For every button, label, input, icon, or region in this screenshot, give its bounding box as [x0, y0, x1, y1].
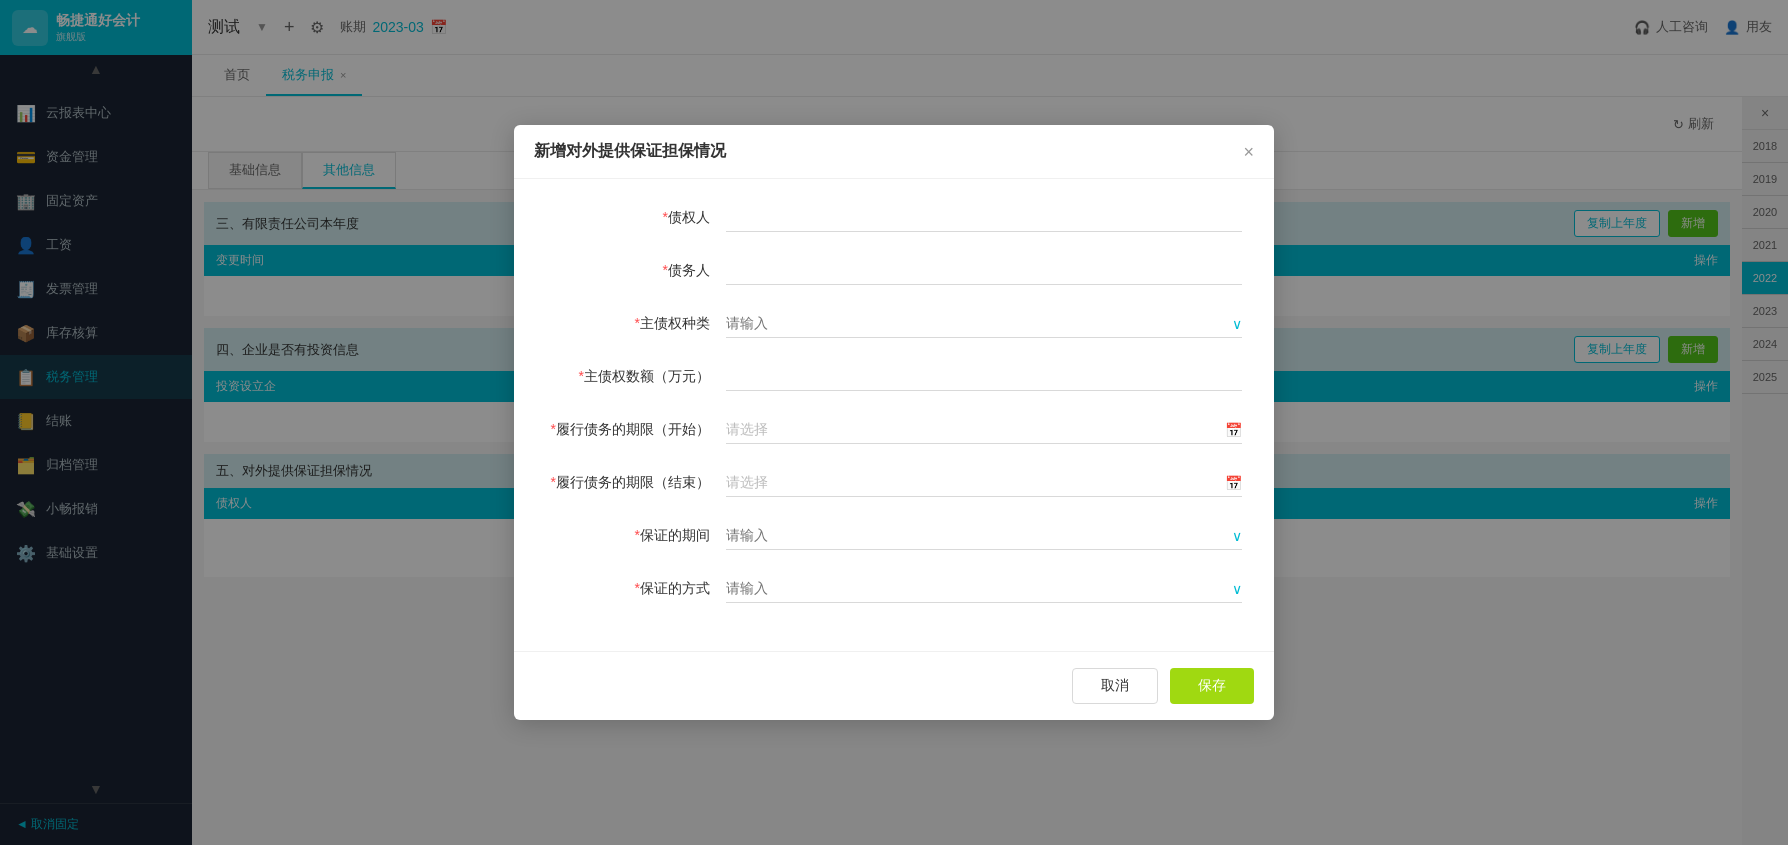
- save-button[interactable]: 保存: [1170, 668, 1254, 704]
- required-mark: *: [635, 580, 640, 596]
- control-guarantee-method: ∨: [726, 574, 1242, 603]
- control-period-start: 📅: [726, 415, 1242, 444]
- input-creditor-amount[interactable]: [726, 362, 1242, 391]
- date-wrapper-end: 📅: [726, 468, 1242, 497]
- form-row-period-start: *履行债务的期限（开始） 📅: [546, 415, 1242, 444]
- dialog-overlay: 新增对外提供保证担保情况 × *债权人 *债务人: [0, 0, 1788, 845]
- dialog-close-button[interactable]: ×: [1243, 143, 1254, 161]
- label-creditor: *债权人: [546, 209, 726, 227]
- form-row-creditor: *债权人: [546, 203, 1242, 232]
- required-mark: *: [551, 474, 556, 490]
- select-wrapper-guarantee-period: ∨: [726, 521, 1242, 550]
- form-row-debtor: *债务人: [546, 256, 1242, 285]
- label-period-start: *履行债务的期限（开始）: [546, 421, 726, 439]
- label-creditor-type: *主债权种类: [546, 315, 726, 333]
- control-creditor: [726, 203, 1242, 232]
- form-row-guarantee-period: *保证的期间 ∨: [546, 521, 1242, 550]
- date-wrapper-start: 📅: [726, 415, 1242, 444]
- control-guarantee-period: ∨: [726, 521, 1242, 550]
- calendar-icon-start[interactable]: 📅: [1225, 422, 1242, 438]
- label-debtor: *债务人: [546, 262, 726, 280]
- calendar-icon-end[interactable]: 📅: [1225, 475, 1242, 491]
- control-creditor-amount: [726, 362, 1242, 391]
- label-guarantee-period: *保证的期间: [546, 527, 726, 545]
- control-debtor: [726, 256, 1242, 285]
- form-row-creditor-amount: *主债权数额（万元）: [546, 362, 1242, 391]
- dialog-body: *债权人 *债务人: [514, 179, 1274, 651]
- required-mark: *: [663, 262, 668, 278]
- required-mark: *: [663, 209, 668, 225]
- input-debtor[interactable]: [726, 256, 1242, 285]
- control-period-end: 📅: [726, 468, 1242, 497]
- label-period-end: *履行债务的期限（结束）: [546, 474, 726, 492]
- required-mark: *: [635, 527, 640, 543]
- label-creditor-amount: *主债权数额（万元）: [546, 368, 726, 386]
- select-wrapper-guarantee-method: ∨: [726, 574, 1242, 603]
- label-guarantee-method: *保证的方式: [546, 580, 726, 598]
- input-creditor[interactable]: [726, 203, 1242, 232]
- select-creditor-type[interactable]: [726, 309, 1242, 338]
- dialog: 新增对外提供保证担保情况 × *债权人 *债务人: [514, 125, 1274, 720]
- date-input-start[interactable]: [726, 415, 1242, 444]
- dialog-footer: 取消 保存: [514, 651, 1274, 720]
- select-guarantee-period[interactable]: [726, 521, 1242, 550]
- required-mark: *: [635, 315, 640, 331]
- form-row-guarantee-method: *保证的方式 ∨: [546, 574, 1242, 603]
- dialog-header: 新增对外提供保证担保情况 ×: [514, 125, 1274, 179]
- cancel-button[interactable]: 取消: [1072, 668, 1158, 704]
- required-mark: *: [551, 421, 556, 437]
- select-wrapper-creditor-type: ∨: [726, 309, 1242, 338]
- select-guarantee-method[interactable]: [726, 574, 1242, 603]
- date-input-end[interactable]: [726, 468, 1242, 497]
- required-mark: *: [579, 368, 584, 384]
- form-row-creditor-type: *主债权种类 ∨: [546, 309, 1242, 338]
- control-creditor-type: ∨: [726, 309, 1242, 338]
- dialog-title: 新增对外提供保证担保情况: [534, 141, 726, 162]
- form-row-period-end: *履行债务的期限（结束） 📅: [546, 468, 1242, 497]
